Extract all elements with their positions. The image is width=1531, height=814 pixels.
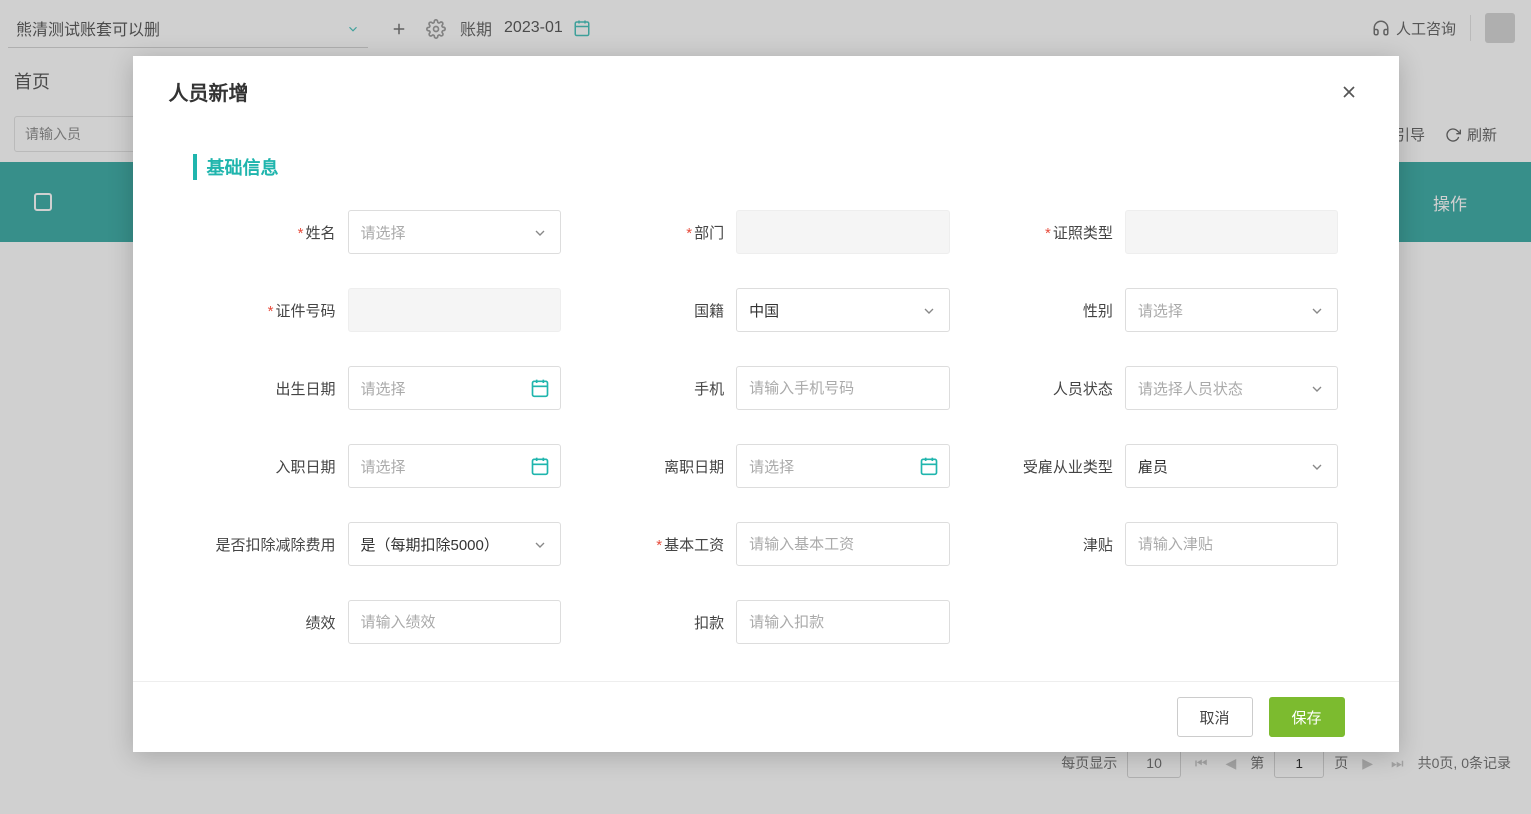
field-base-salary: *基本工资 — [581, 522, 950, 566]
label-hire-date: 入职日期 — [193, 456, 348, 477]
chevron-down-icon — [1309, 379, 1325, 396]
field-hire-date: 入职日期 请选择 — [193, 444, 562, 488]
field-deduct: 是否扣除减除费用 是（每期扣除5000） — [193, 522, 562, 566]
input-deduction[interactable] — [736, 600, 950, 644]
modal-header: 人员新增 — [133, 56, 1399, 126]
save-button[interactable]: 保存 — [1269, 697, 1345, 737]
form-grid: *姓名 请选择 *部门 *证照类型 *证件号码 国籍 — [193, 210, 1339, 644]
allowance-input[interactable] — [1138, 523, 1326, 565]
select-name[interactable]: 请选择 — [348, 210, 562, 254]
select-employ-type[interactable]: 雇员 — [1125, 444, 1339, 488]
close-icon[interactable] — [1335, 74, 1363, 108]
field-performance: 绩效 — [193, 600, 562, 644]
mobile-input[interactable] — [749, 367, 937, 409]
select-nationality[interactable]: 中国 — [736, 288, 950, 332]
label-performance: 绩效 — [193, 612, 348, 633]
field-name: *姓名 请选择 — [193, 210, 562, 254]
label-employ-type: 受雇从业类型 — [970, 456, 1125, 477]
field-cert-type: *证照类型 — [970, 210, 1339, 254]
field-cert-no: *证件号码 — [193, 288, 562, 332]
label-deduction: 扣款 — [581, 612, 736, 633]
label-cert-type: *证照类型 — [970, 222, 1125, 243]
select-gender[interactable]: 请选择 — [1125, 288, 1339, 332]
input-cert-no — [348, 288, 562, 332]
input-mobile[interactable] — [736, 366, 950, 410]
field-nationality: 国籍 中国 — [581, 288, 950, 332]
field-gender: 性别 请选择 — [970, 288, 1339, 332]
deduction-input[interactable] — [749, 601, 937, 643]
field-deduction: 扣款 — [581, 600, 950, 644]
modal-title: 人员新增 — [169, 77, 249, 106]
performance-input[interactable] — [361, 601, 549, 643]
calendar-icon — [919, 456, 939, 476]
cancel-button[interactable]: 取消 — [1177, 697, 1253, 737]
calendar-icon — [530, 456, 550, 476]
date-leave[interactable]: 请选择 — [736, 444, 950, 488]
select-status[interactable]: 请选择人员状态 — [1125, 366, 1339, 410]
label-mobile: 手机 — [581, 378, 736, 399]
chevron-down-icon — [921, 301, 937, 318]
chevron-down-icon — [532, 223, 548, 240]
date-hire[interactable]: 请选择 — [348, 444, 562, 488]
modal-body: 基础信息 *姓名 请选择 *部门 *证照类型 *证件号码 — [133, 126, 1399, 682]
input-cert-type — [1125, 210, 1339, 254]
base-salary-input[interactable] — [749, 523, 937, 565]
label-base-salary: *基本工资 — [581, 534, 736, 555]
chevron-down-icon — [532, 535, 548, 552]
label-cert-no: *证件号码 — [193, 300, 348, 321]
label-gender: 性别 — [970, 300, 1125, 321]
label-status: 人员状态 — [970, 378, 1125, 399]
add-person-modal: 人员新增 基础信息 *姓名 请选择 *部门 *证照类型 — [133, 56, 1399, 752]
field-status: 人员状态 请选择人员状态 — [970, 366, 1339, 410]
label-nationality: 国籍 — [581, 300, 736, 321]
date-birth[interactable]: 请选择 — [348, 366, 562, 410]
label-dept: *部门 — [581, 222, 736, 243]
input-dept — [736, 210, 950, 254]
calendar-icon — [530, 378, 550, 398]
input-performance[interactable] — [348, 600, 562, 644]
label-deduct: 是否扣除减除费用 — [193, 534, 348, 555]
field-birth: 出生日期 请选择 — [193, 366, 562, 410]
input-base-salary[interactable] — [736, 522, 950, 566]
select-deduct[interactable]: 是（每期扣除5000） — [348, 522, 562, 566]
field-employ-type: 受雇从业类型 雇员 — [970, 444, 1339, 488]
chevron-down-icon — [1309, 301, 1325, 318]
label-name: *姓名 — [193, 222, 348, 243]
field-dept: *部门 — [581, 210, 950, 254]
input-allowance[interactable] — [1125, 522, 1339, 566]
label-birth: 出生日期 — [193, 378, 348, 399]
label-allowance: 津贴 — [970, 534, 1125, 555]
field-leave-date: 离职日期 请选择 — [581, 444, 950, 488]
modal-footer: 取消 保存 — [133, 682, 1399, 752]
chevron-down-icon — [1309, 457, 1325, 474]
section-basic-title: 基础信息 — [193, 154, 1339, 180]
field-allowance: 津贴 — [970, 522, 1339, 566]
field-mobile: 手机 — [581, 366, 950, 410]
label-leave-date: 离职日期 — [581, 456, 736, 477]
